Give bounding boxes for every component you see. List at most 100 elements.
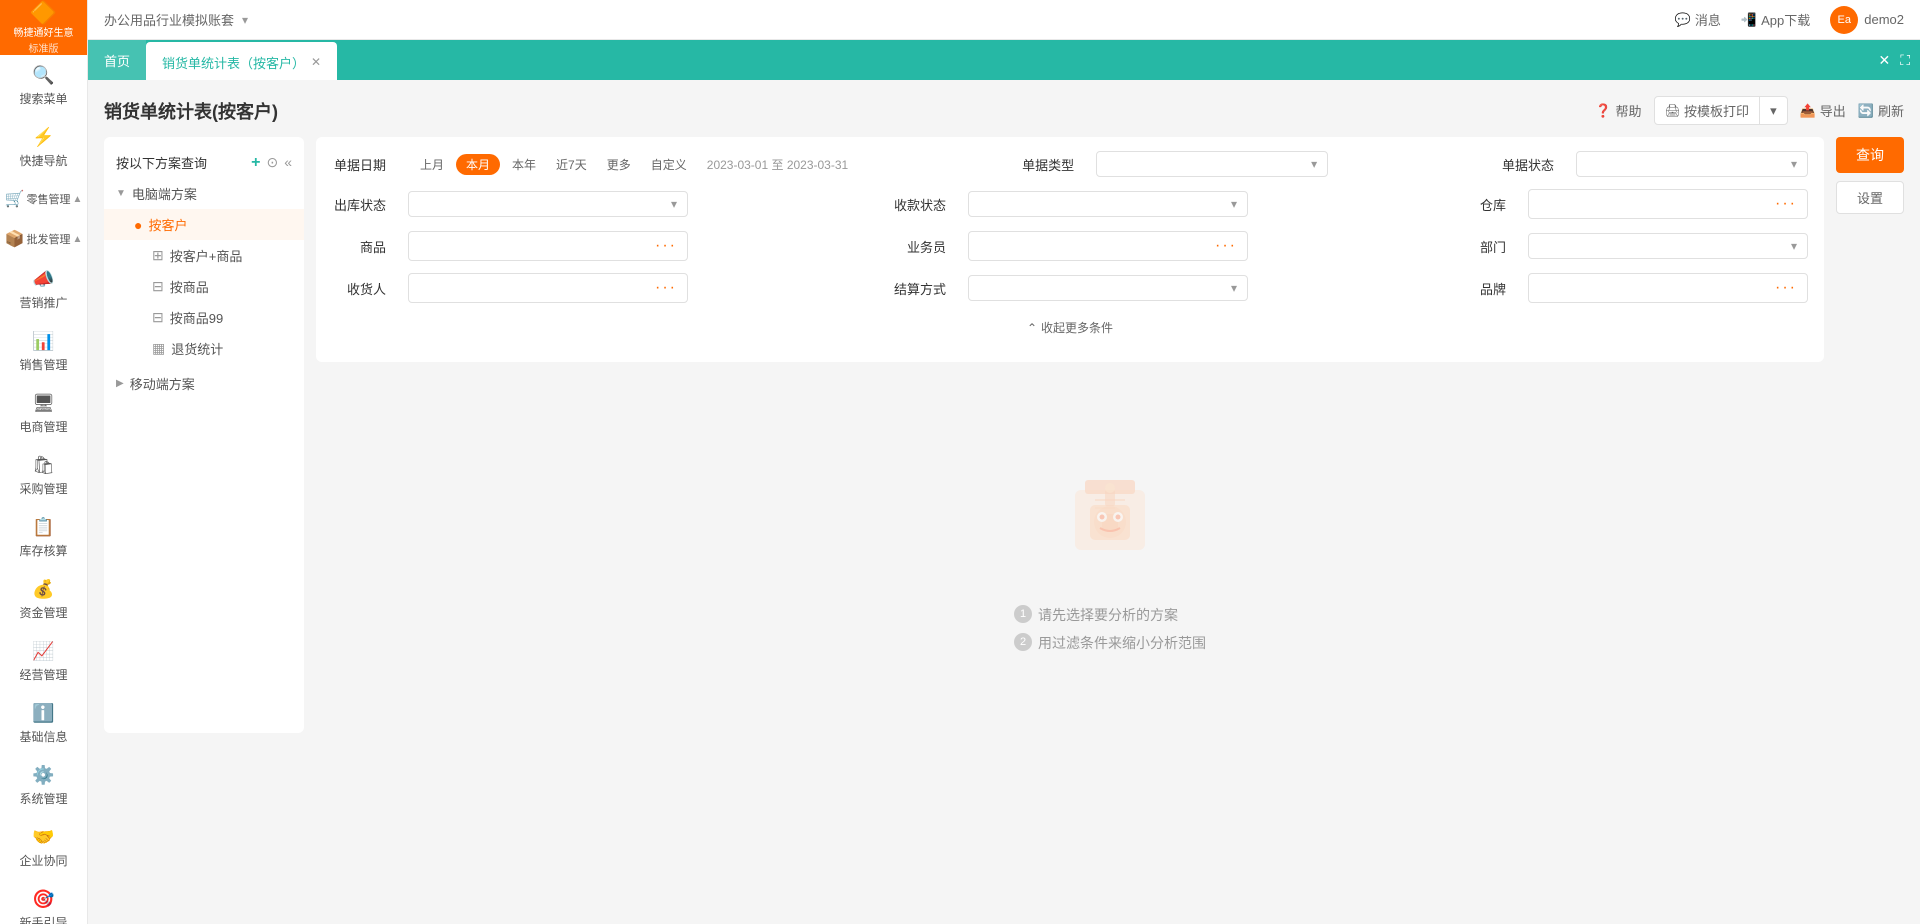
order-type-select[interactable]: ▾	[1096, 151, 1328, 177]
tab-home[interactable]: 首页	[88, 40, 146, 80]
scheme-group-mobile-title[interactable]: ▶ 移动端方案	[104, 368, 304, 399]
scheme-item-by-goods99[interactable]: ⊟ 按商品99	[104, 302, 304, 333]
receiver-select[interactable]: ···	[408, 273, 688, 303]
scheme-edit-icon[interactable]: ⊙	[266, 154, 278, 172]
collapse-label: 收起更多条件	[1041, 319, 1113, 336]
sidebar-item-retail[interactable]: 🛒 零售管理 ▲	[0, 179, 88, 219]
date-tab-this-year[interactable]: 本年	[504, 154, 544, 175]
by-customer-label: 按客户	[148, 215, 187, 234]
logo-icon: 🔶	[30, 0, 57, 26]
logo-text: 畅捷通好生意	[14, 28, 74, 40]
main-area: 办公用品行业模拟账套 ▾ 💬 消息 📲 App下载 Ea demo2 首页	[88, 0, 1920, 924]
date-tab-this-month[interactable]: 本月	[456, 154, 500, 175]
sidebar-label-purchase: 采购管理	[19, 480, 67, 497]
scheme-collapse-icon[interactable]: «	[284, 154, 292, 172]
sidebar-label-guide: 新手引导	[19, 914, 67, 924]
refresh-btn[interactable]: 🔄 刷新	[1858, 101, 1904, 120]
scheme-group-mobile-arrow: ▶	[116, 378, 124, 389]
message-icon: 💬	[1675, 12, 1691, 28]
date-tab-custom[interactable]: 自定义	[643, 154, 695, 175]
sidebar-item-quick-nav[interactable]: ⚡ 快捷导航	[0, 117, 88, 179]
export-btn[interactable]: 📤 导出	[1800, 101, 1846, 120]
by-customer-icon: ●	[134, 217, 142, 233]
payment-method-select[interactable]: ▾	[968, 275, 1248, 301]
sidebar-label-retail: 零售管理	[27, 191, 71, 207]
scheme-group-pc-title[interactable]: ▼ 电脑端方案	[104, 178, 304, 209]
sidebar-label-inventory: 库存核算	[19, 542, 67, 559]
by-customer-goods-label: 按客户+商品	[170, 246, 243, 265]
sidebar-item-ecommerce[interactable]: 🖥 电商管理	[0, 383, 88, 445]
app-download-btn[interactable]: 📲 App下载	[1741, 10, 1810, 29]
department-arrow-icon: ▾	[1791, 239, 1797, 253]
sidebar-label-operations: 经营管理	[19, 666, 67, 683]
scheme-item-return[interactable]: ▦ 退货统计	[104, 333, 304, 364]
filter-row-4: 收货人 ··· 结算方式 ▾ 品	[332, 273, 1808, 303]
goods-label: 商品	[332, 237, 392, 256]
query-button[interactable]: 查询	[1836, 137, 1904, 173]
sidebar-label-marketing: 营销推广	[19, 294, 67, 311]
sidebar-item-basics[interactable]: ℹ️ 基础信息	[0, 693, 88, 755]
order-status-select[interactable]: ▾	[1576, 151, 1808, 177]
date-tab-7days[interactable]: 近7天	[548, 154, 595, 175]
settings-button[interactable]: 设置	[1836, 181, 1904, 214]
logo-sub: 标准版	[29, 40, 59, 55]
account-title: 办公用品行业模拟账套	[104, 10, 234, 29]
user-initials: Ea	[1838, 14, 1851, 26]
app-download-label: App下载	[1761, 10, 1810, 29]
page-title: 销货单统计表(按客户)	[104, 98, 278, 124]
print-dropdown-btn[interactable]: ▾	[1760, 99, 1787, 123]
sidebar-label-finance: 资金管理	[19, 604, 67, 621]
user-area[interactable]: Ea demo2	[1830, 6, 1904, 34]
sidebar-item-system[interactable]: ⚙️ 系统管理	[0, 755, 88, 817]
sidebar-item-guide[interactable]: 🎯 新手引导	[0, 879, 88, 924]
print-btn[interactable]: 🖨 按模板打印	[1655, 97, 1761, 124]
payment-method-arrow-icon: ▾	[1231, 281, 1237, 295]
sidebar-item-operations[interactable]: 📈 经营管理	[0, 631, 88, 693]
account-dropdown-icon[interactable]: ▾	[242, 13, 248, 27]
scheme-item-by-customer-goods[interactable]: ⊞ 按客户+商品	[104, 240, 304, 271]
sidebar-item-finance[interactable]: 💰 资金管理	[0, 569, 88, 631]
by-goods99-icon: ⊟	[152, 309, 164, 326]
tab-close-window-icon[interactable]: ✕	[1878, 52, 1890, 69]
warehouse-select[interactable]: ···	[1528, 189, 1808, 219]
sidebar-item-search[interactable]: 🔍 搜索菜单	[0, 55, 88, 117]
department-select[interactable]: ▾	[1528, 233, 1808, 259]
department-label: 部门	[1452, 237, 1512, 256]
sidebar-item-inventory[interactable]: 📋 库存核算	[0, 507, 88, 569]
scheme-item-by-customer[interactable]: ● 按客户	[104, 209, 304, 240]
query-settings-btns: 查询 设置	[1836, 137, 1904, 214]
date-tab-more[interactable]: 更多	[599, 154, 639, 175]
sidebar-item-wholesale[interactable]: 📦 批发管理 ▲	[0, 219, 88, 259]
message-btn[interactable]: 💬 消息	[1675, 10, 1721, 29]
tip-1-text: 请先选择要分析的方案	[1038, 605, 1178, 625]
scheme-add-icon[interactable]: +	[251, 154, 260, 172]
order-status-arrow-icon: ▾	[1791, 157, 1797, 171]
date-label: 单据日期	[332, 155, 392, 174]
tab-sales-report-label: 销货单统计表（按客户）	[162, 53, 305, 72]
sidebar-logo[interactable]: 🔶 畅捷通好生意 标准版	[0, 0, 88, 55]
collab-icon: 🤝	[32, 827, 54, 848]
help-btn[interactable]: ❓ 帮助	[1595, 101, 1641, 120]
collapse-btn[interactable]: ⌃ 收起更多条件	[1015, 315, 1125, 340]
tab-expand-icon[interactable]: ⛶	[1900, 52, 1910, 69]
empty-state: 1 请先选择要分析的方案 2 用过滤条件来缩小分析范围	[316, 370, 1904, 733]
sidebar-item-collab[interactable]: 🤝 企业协同	[0, 817, 88, 879]
scheme-item-by-goods[interactable]: ⊟ 按商品	[104, 271, 304, 302]
brand-select[interactable]: ···	[1528, 273, 1808, 303]
print-label: 按模板打印	[1684, 101, 1749, 120]
salesperson-dots-icon: ···	[1215, 237, 1237, 255]
ecommerce-icon: 🖥	[32, 393, 55, 414]
sidebar-item-purchase[interactable]: 🛍 采购管理	[0, 445, 88, 507]
warehouse-dots-icon: ···	[1775, 195, 1797, 213]
scheme-header-icons: + ⊙ «	[251, 154, 292, 172]
tab-sales-report[interactable]: 销货单统计表（按客户） ✕	[146, 42, 337, 82]
tab-close-icon[interactable]: ✕	[311, 55, 321, 69]
sidebar-item-marketing[interactable]: 📣 营销推广	[0, 259, 88, 321]
receipt-status-select[interactable]: ▾	[968, 191, 1248, 217]
goods-select[interactable]: ···	[408, 231, 688, 261]
date-tab-last-month[interactable]: 上月	[412, 154, 452, 175]
refresh-icon: 🔄	[1858, 103, 1874, 119]
out-status-select[interactable]: ▾	[408, 191, 688, 217]
salesperson-select[interactable]: ···	[968, 231, 1248, 261]
sidebar-item-sales[interactable]: 📊 销售管理	[0, 321, 88, 383]
